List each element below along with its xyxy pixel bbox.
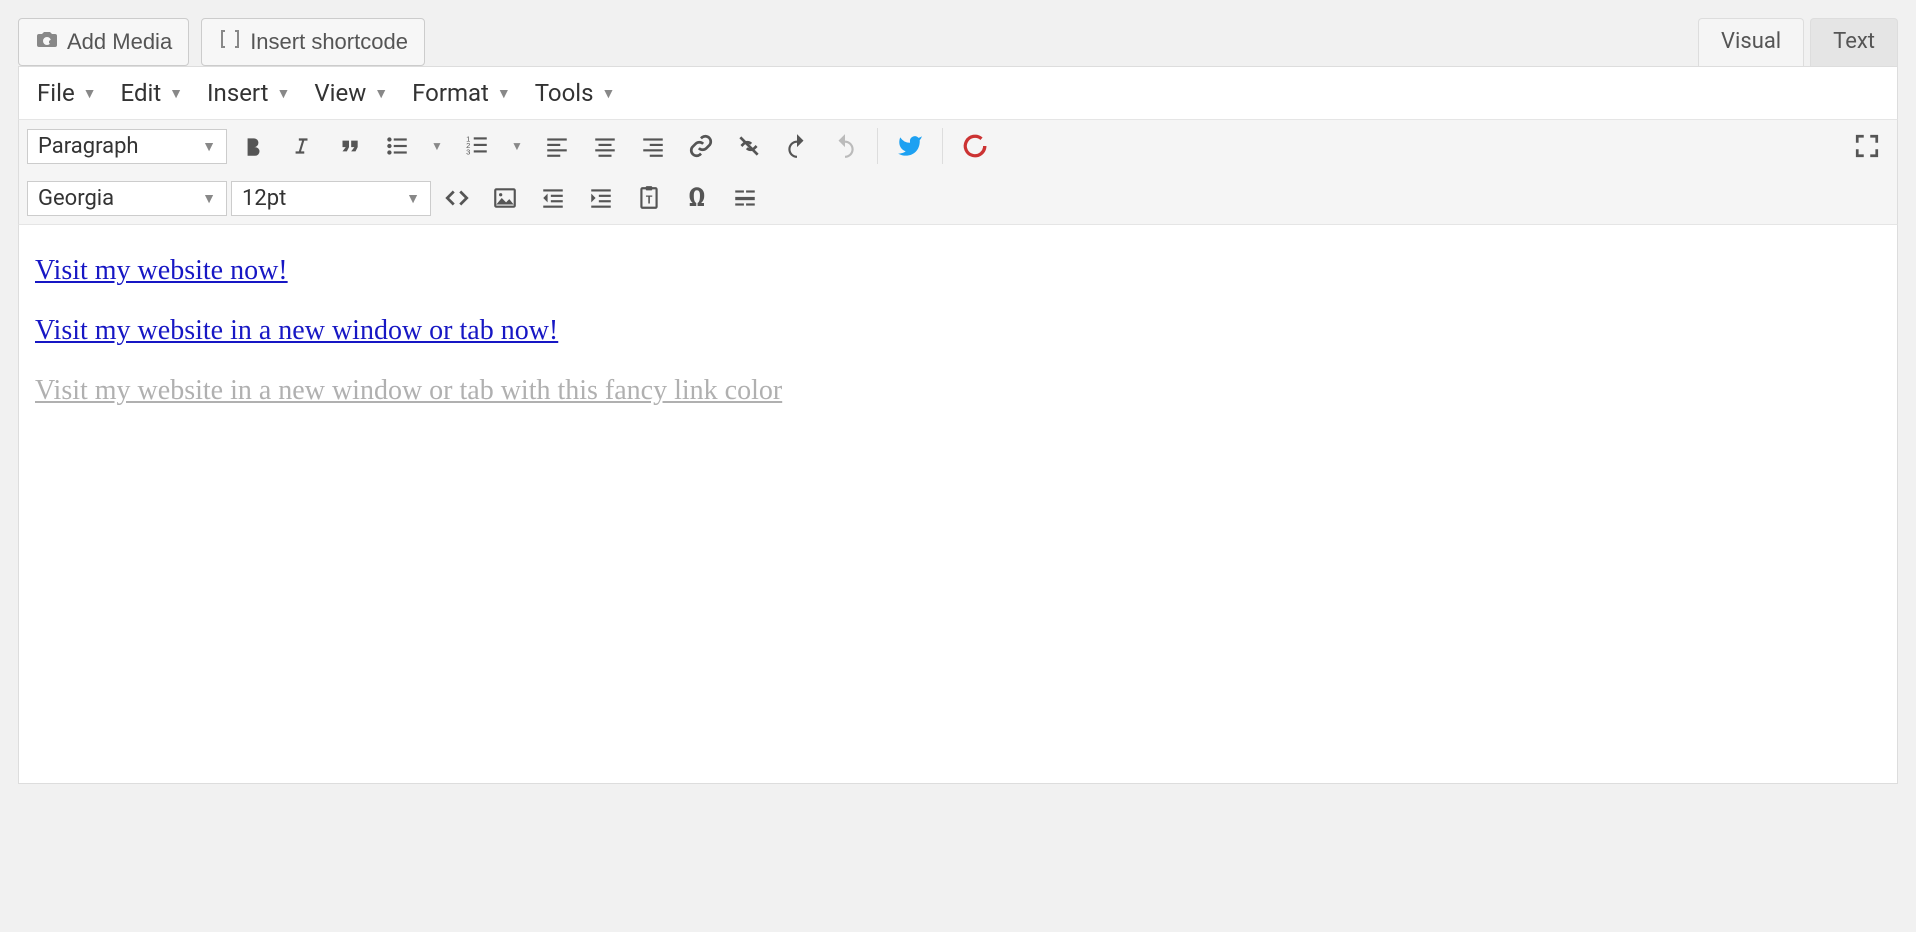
editor-content[interactable]: Visit my website now! Visit my website i…	[18, 224, 1898, 784]
align-left-button[interactable]	[535, 126, 579, 166]
toolbar-row-1: Paragraph ▼ ▼ 123 ▼	[18, 120, 1898, 172]
chevron-down-icon: ▼	[497, 85, 511, 102]
menu-insert[interactable]: Insert▼	[199, 73, 298, 113]
bullet-list-button[interactable]	[375, 126, 419, 166]
numbered-list-button[interactable]: 123	[455, 126, 499, 166]
font-size-value: 12pt	[242, 186, 286, 211]
camera-icon	[35, 27, 59, 57]
add-media-button[interactable]: Add Media	[18, 18, 189, 66]
bullet-list-dropdown[interactable]: ▼	[423, 126, 451, 166]
chevron-down-icon: ▼	[511, 139, 523, 153]
chevron-down-icon: ▼	[202, 138, 216, 155]
special-character-button[interactable]: Ω	[675, 178, 719, 218]
blockquote-button[interactable]	[327, 126, 371, 166]
content-link-2[interactable]: Visit my website in a new window or tab …	[35, 315, 558, 346]
chevron-down-icon: ▼	[406, 190, 420, 207]
omega-icon: Ω	[688, 183, 705, 213]
toolbar-separator	[942, 128, 943, 164]
editor-tabs: Visual Text	[1692, 18, 1898, 66]
chevron-down-icon: ▼	[602, 85, 616, 102]
indent-button[interactable]	[579, 178, 623, 218]
link-button[interactable]	[679, 126, 723, 166]
bold-button[interactable]	[231, 126, 275, 166]
align-right-button[interactable]	[631, 126, 675, 166]
top-buttons: Add Media Insert shortcode	[18, 18, 425, 66]
italic-button[interactable]	[279, 126, 323, 166]
chevron-down-icon: ▼	[83, 85, 97, 102]
content-paragraph: Visit my website in a new window or tab …	[35, 315, 1881, 347]
menu-tools[interactable]: Tools▼	[527, 73, 624, 113]
content-link-3[interactable]: Visit my website in a new window or tab …	[35, 375, 782, 406]
chevron-down-icon: ▼	[277, 85, 291, 102]
menu-file[interactable]: File▼	[29, 73, 105, 113]
outdent-button[interactable]	[531, 178, 575, 218]
content-paragraph: Visit my website now!	[35, 255, 1881, 287]
add-media-label: Add Media	[67, 29, 172, 55]
content-paragraph: Visit my website in a new window or tab …	[35, 375, 1881, 407]
align-center-button[interactable]	[583, 126, 627, 166]
format-select[interactable]: Paragraph ▼	[27, 129, 227, 164]
shortcode-icon	[218, 27, 242, 57]
image-button[interactable]	[483, 178, 527, 218]
insert-shortcode-button[interactable]: Insert shortcode	[201, 18, 425, 66]
chevron-down-icon: ▼	[202, 190, 216, 207]
top-row: Add Media Insert shortcode Visual Text	[18, 18, 1898, 66]
undo-button[interactable]	[775, 126, 819, 166]
redo-button[interactable]	[823, 126, 867, 166]
tab-text[interactable]: Text	[1810, 18, 1898, 66]
format-select-value: Paragraph	[38, 134, 139, 159]
menubar: File▼ Edit▼ Insert▼ View▼ Format▼ Tools▼	[18, 66, 1898, 120]
refresh-button[interactable]	[953, 126, 997, 166]
menu-edit[interactable]: Edit▼	[113, 73, 192, 113]
chevron-down-icon: ▼	[374, 85, 388, 102]
fullscreen-button[interactable]	[1845, 126, 1889, 166]
tab-visual[interactable]: Visual	[1698, 18, 1804, 66]
font-size-select[interactable]: 12pt ▼	[231, 181, 431, 216]
content-link-1[interactable]: Visit my website now!	[35, 255, 288, 286]
font-family-select[interactable]: Georgia ▼	[27, 181, 227, 216]
svg-text:T: T	[646, 193, 653, 206]
toolbar-separator	[877, 128, 878, 164]
paste-text-button[interactable]: T	[627, 178, 671, 218]
menu-view[interactable]: View▼	[306, 73, 396, 113]
chevron-down-icon: ▼	[431, 139, 443, 153]
toolbar-row-2: Georgia ▼ 12pt ▼ T Ω	[18, 172, 1898, 224]
font-family-value: Georgia	[38, 186, 114, 211]
unlink-button[interactable]	[727, 126, 771, 166]
menu-format[interactable]: Format▼	[404, 73, 519, 113]
twitter-button[interactable]	[888, 126, 932, 166]
svg-text:3: 3	[466, 148, 470, 157]
chevron-down-icon: ▼	[169, 85, 183, 102]
horizontal-rule-button[interactable]	[723, 178, 767, 218]
numbered-list-dropdown[interactable]: ▼	[503, 126, 531, 166]
editor-container: Add Media Insert shortcode Visual Text F…	[18, 18, 1898, 784]
insert-shortcode-label: Insert shortcode	[250, 29, 408, 55]
source-code-button[interactable]	[435, 178, 479, 218]
